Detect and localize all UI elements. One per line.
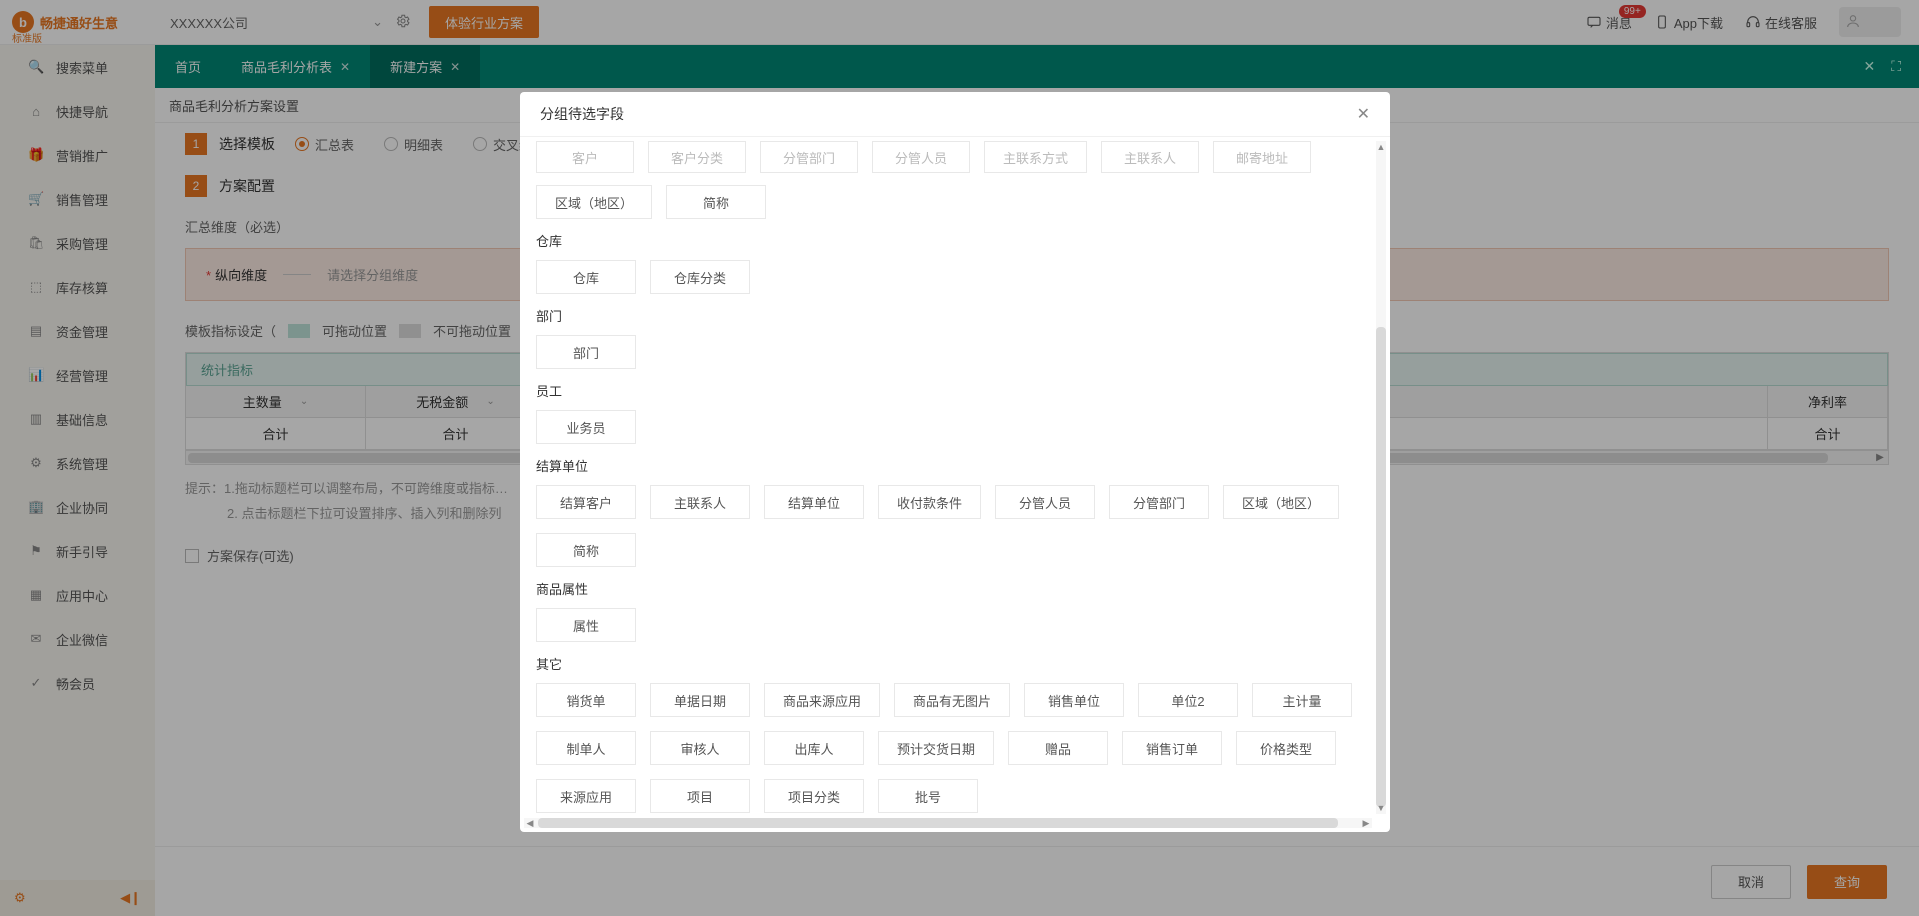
field-chip[interactable]: 结算单位 bbox=[764, 485, 864, 519]
field-chip[interactable]: 销售单位 bbox=[1024, 683, 1124, 717]
chip-row: 结算客户主联系人结算单位收付款条件分管人员分管部门区域（地区） 简称 bbox=[536, 485, 1372, 567]
field-chip[interactable]: 邮寄地址 bbox=[1213, 141, 1311, 173]
field-chip[interactable]: 出库人 bbox=[764, 731, 864, 765]
group-field-modal: 分组待选字段 ✕ 客户 客户分类 分管部门 分管人员 主联系方式 主联系人 邮寄… bbox=[520, 92, 1390, 832]
modal-header: 分组待选字段 ✕ bbox=[520, 92, 1390, 137]
field-chip[interactable]: 仓库分类 bbox=[650, 260, 750, 294]
field-chip[interactable]: 分管部门 bbox=[760, 141, 858, 173]
field-chip[interactable]: 商品来源应用 bbox=[764, 683, 880, 717]
field-chip[interactable]: 来源应用 bbox=[536, 779, 636, 813]
chip-row: 部门 bbox=[536, 335, 1372, 369]
field-chip[interactable]: 预计交货日期 bbox=[878, 731, 994, 765]
scroll-thumb[interactable] bbox=[1376, 327, 1386, 807]
field-chip[interactable]: 销售订单 bbox=[1122, 731, 1222, 765]
field-chip[interactable]: 部门 bbox=[536, 335, 636, 369]
modal-vertical-scrollbar[interactable]: ▲ ▼ bbox=[1376, 141, 1386, 814]
field-chip[interactable]: 主联系方式 bbox=[984, 141, 1087, 173]
group-title: 仓库 bbox=[536, 231, 1372, 250]
field-chip[interactable]: 结算客户 bbox=[536, 485, 636, 519]
field-chip[interactable]: 收付款条件 bbox=[878, 485, 981, 519]
modal-horizontal-scrollbar[interactable]: ◀ ▶ bbox=[524, 818, 1372, 828]
field-chip[interactable]: 分管人员 bbox=[995, 485, 1095, 519]
field-chip[interactable]: 批号 bbox=[878, 779, 978, 813]
modal-body: 客户 客户分类 分管部门 分管人员 主联系方式 主联系人 邮寄地址 区域（地区）… bbox=[520, 137, 1390, 832]
group-title: 员工 bbox=[536, 381, 1372, 400]
group-title: 商品属性 bbox=[536, 579, 1372, 598]
field-chip[interactable]: 项目分类 bbox=[764, 779, 864, 813]
field-chip[interactable]: 商品有无图片 bbox=[894, 683, 1010, 717]
field-chip[interactable]: 主联系人 bbox=[1101, 141, 1199, 173]
field-chip[interactable]: 销货单 bbox=[536, 683, 636, 717]
field-chip[interactable]: 单位2 bbox=[1138, 683, 1238, 717]
chip-row: 区域（地区） 简称 bbox=[536, 185, 1372, 219]
chip-row: 属性 bbox=[536, 608, 1372, 642]
field-chip[interactable]: 单据日期 bbox=[650, 683, 750, 717]
chip-row: 业务员 bbox=[536, 410, 1372, 444]
chip-row: 仓库仓库分类 bbox=[536, 260, 1372, 294]
field-chip[interactable]: 简称 bbox=[536, 533, 636, 567]
field-chip[interactable]: 区域（地区） bbox=[536, 185, 652, 219]
chip-row: 销货单单据日期商品来源应用商品有无图片销售单位单位2 主计量制单人审核人出库人预计… bbox=[536, 683, 1372, 813]
field-chip[interactable]: 主计量 bbox=[1252, 683, 1352, 717]
scroll-down-icon[interactable]: ▼ bbox=[1376, 802, 1386, 814]
group-title: 其它 bbox=[536, 654, 1372, 673]
scroll-thumb[interactable] bbox=[538, 818, 1338, 828]
scroll-left-icon[interactable]: ◀ bbox=[524, 818, 536, 828]
field-chip[interactable]: 简称 bbox=[666, 185, 766, 219]
scroll-right-icon[interactable]: ▶ bbox=[1360, 818, 1372, 828]
field-chip[interactable]: 主联系人 bbox=[650, 485, 750, 519]
field-chip[interactable]: 区域（地区） bbox=[1223, 485, 1339, 519]
scroll-up-icon[interactable]: ▲ bbox=[1376, 141, 1386, 153]
field-chip[interactable]: 业务员 bbox=[536, 410, 636, 444]
field-chip[interactable]: 客户分类 bbox=[648, 141, 746, 173]
field-chip[interactable]: 属性 bbox=[536, 608, 636, 642]
field-chip[interactable]: 分管人员 bbox=[872, 141, 970, 173]
group-title: 结算单位 bbox=[536, 456, 1372, 475]
field-chip[interactable]: 价格类型 bbox=[1236, 731, 1336, 765]
field-chip[interactable]: 仓库 bbox=[536, 260, 636, 294]
modal-title: 分组待选字段 bbox=[540, 104, 624, 124]
close-icon[interactable]: ✕ bbox=[1357, 104, 1370, 124]
field-chip[interactable]: 制单人 bbox=[536, 731, 636, 765]
modal-scroll-content: 客户 客户分类 分管部门 分管人员 主联系方式 主联系人 邮寄地址 区域（地区）… bbox=[536, 141, 1372, 814]
field-chip[interactable]: 赠品 bbox=[1008, 731, 1108, 765]
field-chip[interactable]: 项目 bbox=[650, 779, 750, 813]
field-chip[interactable]: 审核人 bbox=[650, 731, 750, 765]
group-title: 部门 bbox=[536, 306, 1372, 325]
chip-row-truncated: 客户 客户分类 分管部门 分管人员 主联系方式 主联系人 邮寄地址 bbox=[536, 141, 1372, 173]
field-chip[interactable]: 客户 bbox=[536, 141, 634, 173]
field-chip[interactable]: 分管部门 bbox=[1109, 485, 1209, 519]
